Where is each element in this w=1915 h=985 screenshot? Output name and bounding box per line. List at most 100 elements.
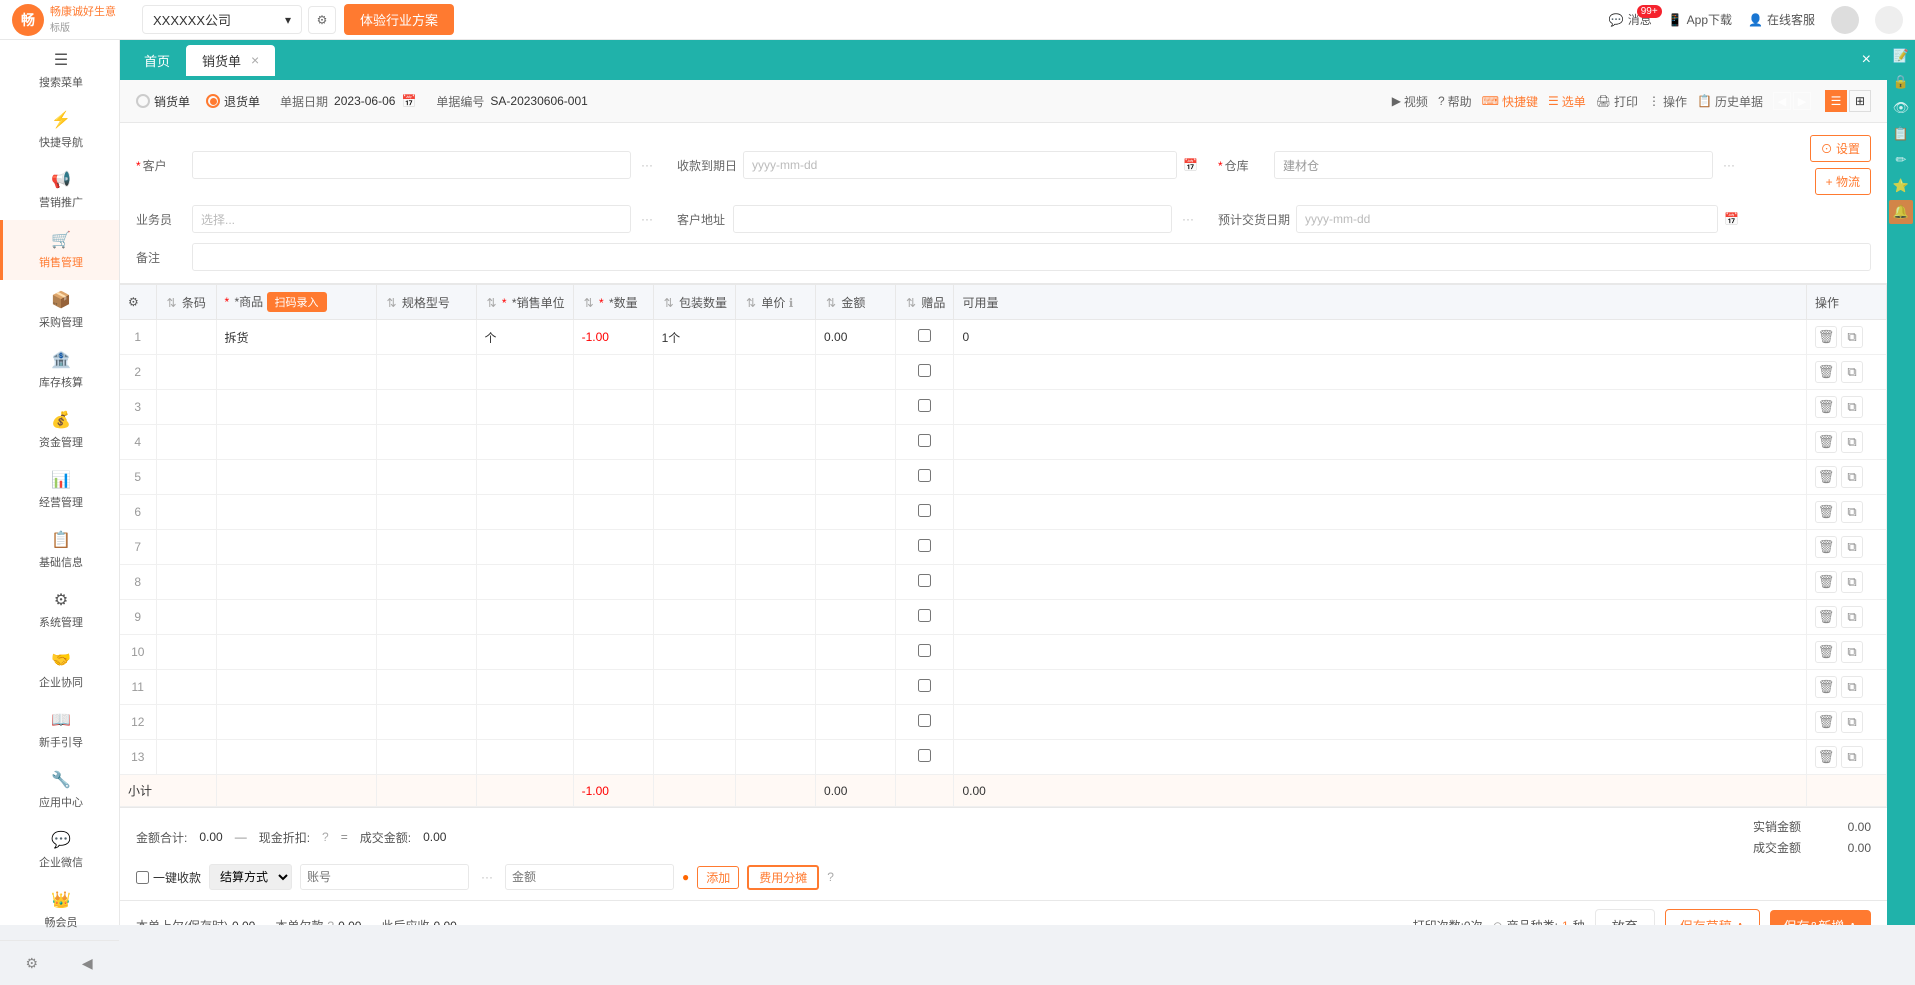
rp-btn-1[interactable]: 📝 <box>1889 44 1913 68</box>
unit-cell[interactable] <box>476 670 573 705</box>
delete-btn[interactable]: 🗑 <box>1815 466 1837 488</box>
copy-btn[interactable]: ⧉ <box>1841 606 1863 628</box>
spec-cell[interactable] <box>376 670 476 705</box>
calendar-icon[interactable]: 📅 <box>401 94 416 108</box>
barcode-cell[interactable] <box>156 705 216 740</box>
warehouse-input[interactable]: 建材仓 <box>1274 151 1713 179</box>
product-cell[interactable] <box>216 355 376 390</box>
qty-cell[interactable]: -1.00 <box>573 320 653 355</box>
sidebar-item-basics[interactable]: 📋 基础信息 <box>0 520 119 580</box>
addr-more-icon[interactable]: ··· <box>1178 212 1198 226</box>
pkg-qty-cell[interactable] <box>653 460 735 495</box>
delete-btn[interactable]: 🗑 <box>1815 361 1837 383</box>
gift-cell[interactable] <box>896 670 954 705</box>
price-info-icon[interactable]: ℹ <box>789 296 794 310</box>
add-fee-icon[interactable]: ● <box>682 870 689 884</box>
pkg-qty-cell[interactable]: 1个 <box>653 320 735 355</box>
list-view-btn[interactable]: ☰ <box>1825 90 1847 112</box>
sidebar-item-marketing[interactable]: 📢 营销推广 <box>0 160 119 220</box>
fee-split-button[interactable]: 费用分摊 <box>747 865 819 890</box>
copy-btn[interactable]: ⧉ <box>1841 746 1863 768</box>
account-more-icon[interactable]: ··· <box>477 870 497 884</box>
payment-method-select[interactable]: 结算方式 <box>209 864 292 890</box>
delete-btn[interactable]: 🗑 <box>1815 711 1837 733</box>
spec-cell[interactable] <box>376 705 476 740</box>
gift-cell[interactable] <box>896 495 954 530</box>
product-cell[interactable] <box>216 565 376 600</box>
sidebar-item-vip[interactable]: 👑 畅会员 <box>0 880 119 940</box>
product-cell[interactable] <box>216 705 376 740</box>
pkg-qty-cell[interactable] <box>653 635 735 670</box>
amount-cell[interactable] <box>816 425 896 460</box>
pkg-qty-cell[interactable] <box>653 670 735 705</box>
price-cell[interactable] <box>736 390 816 425</box>
price-cell[interactable] <box>736 635 816 670</box>
spec-cell[interactable] <box>376 740 476 775</box>
settings-button[interactable]: ⊙ 设置 <box>1810 135 1871 162</box>
amount-cell[interactable] <box>816 495 896 530</box>
price-cell[interactable] <box>736 530 816 565</box>
sidebar-item-wechat[interactable]: 💬 企业微信 <box>0 820 119 880</box>
barcode-cell[interactable] <box>156 565 216 600</box>
delete-btn[interactable]: 🗑 <box>1815 431 1837 453</box>
pkg-qty-cell[interactable] <box>653 740 735 775</box>
gift-cell[interactable] <box>896 600 954 635</box>
product-cell[interactable] <box>216 530 376 565</box>
pkg-qty-cell[interactable] <box>653 600 735 635</box>
company-selector[interactable]: XXXXXX公司 ▾ <box>142 5 302 34</box>
pkg-qty-cell[interactable] <box>653 355 735 390</box>
delete-btn[interactable]: 🗑 <box>1815 746 1837 768</box>
tab-close-icon[interactable]: × <box>251 52 259 68</box>
pkg-qty-cell[interactable] <box>653 390 735 425</box>
rp-btn-7[interactable]: 🔔 <box>1889 200 1913 224</box>
barcode-cell[interactable] <box>156 670 216 705</box>
amount-cell[interactable]: 0.00 <box>816 320 896 355</box>
qty-cell[interactable] <box>573 670 653 705</box>
amount-cell[interactable] <box>816 740 896 775</box>
copy-btn[interactable]: ⧉ <box>1841 501 1863 523</box>
amount-cell[interactable] <box>816 705 896 740</box>
copy-btn[interactable]: ⧉ <box>1841 396 1863 418</box>
salesperson-more-icon[interactable]: ··· <box>637 212 657 226</box>
col-settings-icon[interactable]: ⚙ <box>128 295 139 309</box>
sidebar-item-inventory[interactable]: 🏦 库存核算 <box>0 340 119 400</box>
copy-btn[interactable]: ⧉ <box>1841 326 1863 348</box>
barcode-cell[interactable] <box>156 530 216 565</box>
qty-cell[interactable] <box>573 390 653 425</box>
gift-cell[interactable] <box>896 530 954 565</box>
qty-cell[interactable] <box>573 600 653 635</box>
barcode-cell[interactable] <box>156 390 216 425</box>
gift-cell[interactable] <box>896 425 954 460</box>
delete-btn[interactable]: 🗑 <box>1815 326 1837 348</box>
one-click-pay-checkbox[interactable] <box>136 871 149 884</box>
radio-return[interactable]: 退货单 <box>206 93 260 110</box>
sidebar-collapse-btn[interactable]: ◀ <box>64 949 112 977</box>
rp-btn-6[interactable]: ⭐ <box>1889 174 1913 198</box>
amount-input[interactable] <box>505 864 674 890</box>
qty-cell[interactable] <box>573 495 653 530</box>
select-action[interactable]: ☰ 选单 <box>1548 93 1586 110</box>
amount-cell[interactable] <box>816 390 896 425</box>
unit-cell[interactable] <box>476 635 573 670</box>
price-cell[interactable] <box>736 670 816 705</box>
product-cell[interactable] <box>216 600 376 635</box>
add-button[interactable]: 添加 <box>697 866 739 889</box>
delete-btn[interactable]: 🗑 <box>1815 536 1837 558</box>
settings-icon[interactable]: ⚙ <box>308 6 336 34</box>
copy-btn[interactable]: ⧉ <box>1841 431 1863 453</box>
barcode-cell[interactable] <box>156 740 216 775</box>
due-help-icon[interactable]: ? <box>327 919 334 926</box>
price-cell[interactable] <box>736 355 816 390</box>
unit-cell[interactable] <box>476 390 573 425</box>
amount-cell[interactable] <box>816 565 896 600</box>
window-close-button[interactable]: × <box>1854 51 1879 69</box>
product-cell[interactable]: 拆货 <box>216 320 376 355</box>
gift-cell[interactable] <box>896 320 954 355</box>
shortcut-action[interactable]: ⌨ 快捷键 <box>1482 93 1538 110</box>
delete-btn[interactable]: 🗑 <box>1815 606 1837 628</box>
qty-cell[interactable] <box>573 635 653 670</box>
unit-cell[interactable] <box>476 740 573 775</box>
delete-btn[interactable]: 🗑 <box>1815 501 1837 523</box>
sidebar-item-operations[interactable]: 📊 经营管理 <box>0 460 119 520</box>
product-cell[interactable] <box>216 670 376 705</box>
